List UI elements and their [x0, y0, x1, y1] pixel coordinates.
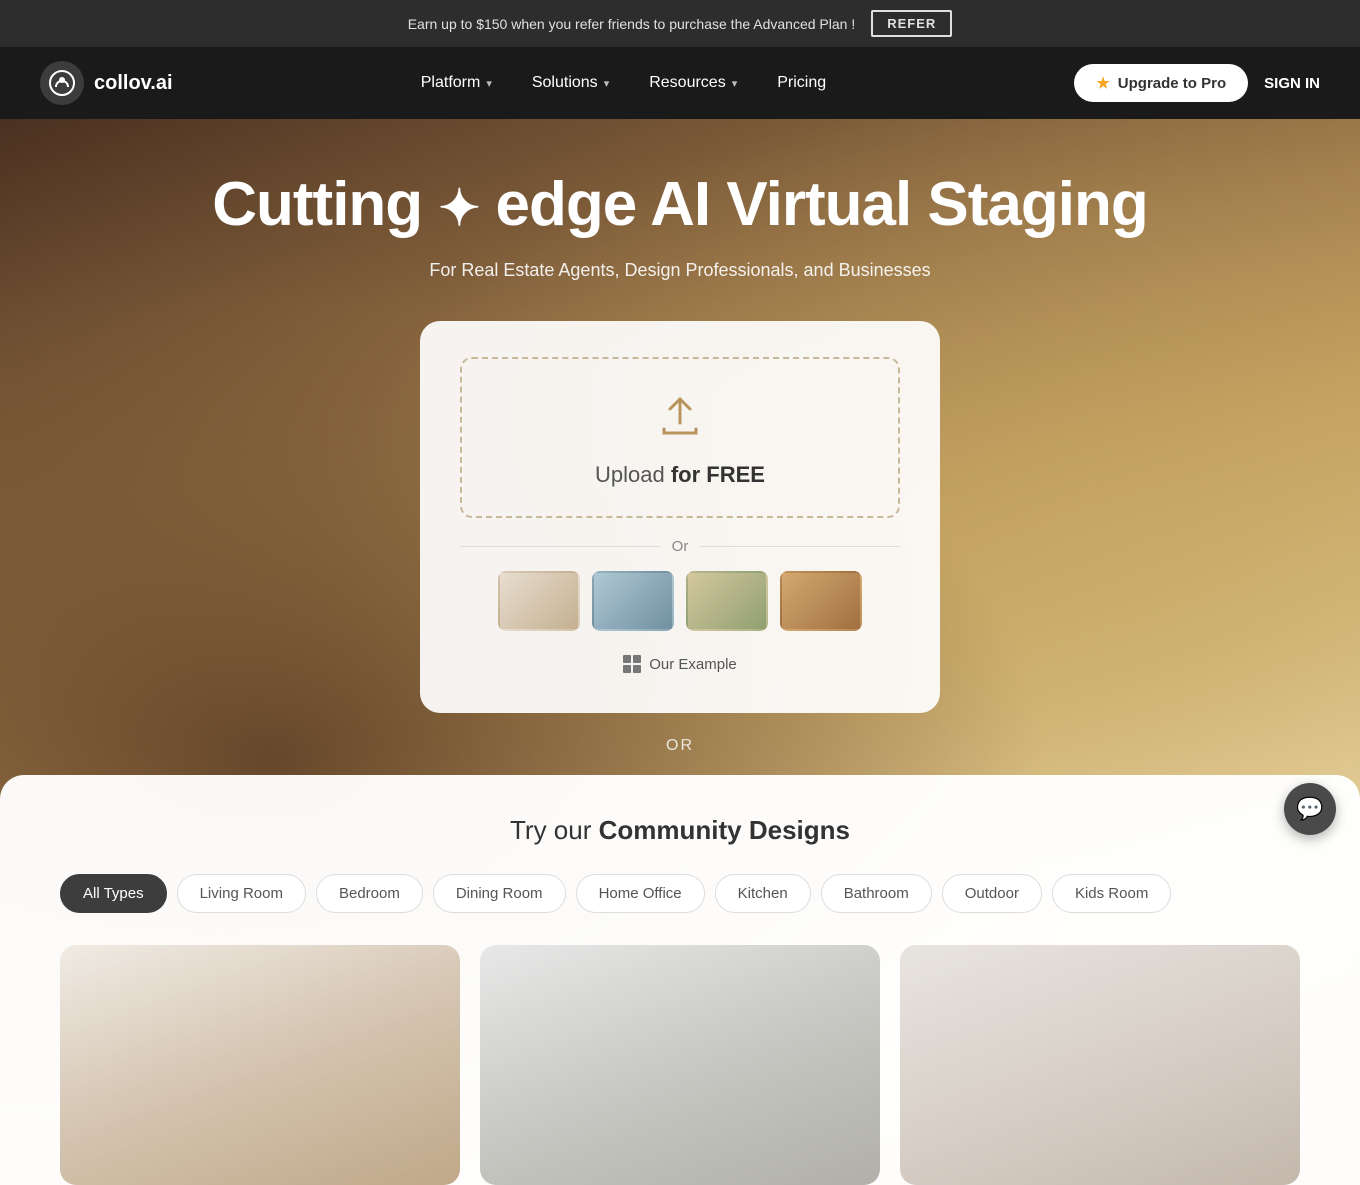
design-card-3[interactable]: [900, 945, 1300, 1185]
filter-tab-all[interactable]: All Types: [60, 874, 167, 913]
filter-tab-kids-room[interactable]: Kids Room: [1052, 874, 1171, 913]
nav-item-pricing[interactable]: Pricing: [761, 66, 842, 100]
hero-section: Cutting ✦ edge AI Virtual Staging For Re…: [0, 119, 1360, 1185]
design-card-1[interactable]: [60, 945, 460, 1185]
sample-image-4[interactable]: [780, 571, 862, 631]
logo-text: collov.ai: [94, 72, 173, 95]
hero-subtitle: For Real Estate Agents, Design Professio…: [0, 260, 1360, 281]
filter-tab-home-office[interactable]: Home Office: [576, 874, 705, 913]
filter-tab-outdoor[interactable]: Outdoor: [942, 874, 1042, 913]
sign-in-button[interactable]: SIGN IN: [1264, 75, 1320, 92]
star-icon: ★: [1096, 74, 1109, 92]
banner-text: Earn up to $150 when you refer friends t…: [408, 16, 856, 32]
our-example-button[interactable]: Our Example: [460, 647, 900, 681]
chevron-down-icon: ▾: [486, 77, 492, 90]
design-card-bg-2: [480, 945, 880, 1185]
upload-text: Upload for FREE: [482, 462, 878, 488]
community-title: Try our Community Designs: [60, 815, 1300, 846]
sparkle-icon: ✦: [438, 180, 479, 238]
nav-item-resources[interactable]: Resources ▾: [633, 66, 753, 100]
divider-or: Or: [460, 538, 900, 555]
nav-right: ★ Upgrade to Pro SIGN IN: [1074, 64, 1320, 102]
community-section: Try our Community Designs All Types Livi…: [0, 775, 1360, 1185]
filter-tab-living-room[interactable]: Living Room: [177, 874, 306, 913]
chat-icon: 💬: [1296, 796, 1323, 822]
nav-center: Platform ▾ Solutions ▾ Resources ▾ Prici…: [405, 66, 842, 100]
filter-tab-bathroom[interactable]: Bathroom: [821, 874, 932, 913]
design-grid: [60, 945, 1300, 1185]
filter-tab-dining-room[interactable]: Dining Room: [433, 874, 566, 913]
upload-card: Upload for FREE Or: [420, 321, 940, 713]
logo[interactable]: collov.ai: [40, 61, 173, 105]
sample-images-row: [460, 571, 900, 631]
hero-content: Cutting ✦ edge AI Virtual Staging For Re…: [0, 169, 1360, 1185]
hero-title: Cutting ✦ edge AI Virtual Staging: [0, 169, 1360, 240]
design-card-bg-1: [60, 945, 460, 1185]
chat-widget[interactable]: 💬: [1284, 783, 1336, 835]
grid-icon: [623, 655, 641, 673]
sample-image-2[interactable]: [592, 571, 674, 631]
or-label: OR: [666, 737, 694, 754]
chevron-down-icon: ▾: [732, 77, 738, 90]
design-card-2[interactable]: [480, 945, 880, 1185]
upload-area[interactable]: Upload for FREE: [460, 357, 900, 518]
filter-tabs: All Types Living Room Bedroom Dining Roo…: [60, 874, 1300, 917]
upload-icon: [482, 391, 878, 450]
nav-item-platform[interactable]: Platform ▾: [405, 66, 508, 100]
or-section: OR: [0, 737, 1360, 755]
top-banner: Earn up to $150 when you refer friends t…: [0, 0, 1360, 47]
sample-image-1[interactable]: [498, 571, 580, 631]
sample-image-3[interactable]: [686, 571, 768, 631]
logo-icon: [40, 61, 84, 105]
design-card-bg-3: [900, 945, 1300, 1185]
upgrade-button[interactable]: ★ Upgrade to Pro: [1074, 64, 1248, 102]
navbar: collov.ai Platform ▾ Solutions ▾ Resourc…: [0, 47, 1360, 119]
chevron-down-icon: ▾: [604, 77, 610, 90]
refer-button[interactable]: REFER: [871, 10, 952, 37]
filter-tab-kitchen[interactable]: Kitchen: [715, 874, 811, 913]
nav-item-solutions[interactable]: Solutions ▾: [516, 66, 625, 100]
filter-tab-bedroom[interactable]: Bedroom: [316, 874, 423, 913]
